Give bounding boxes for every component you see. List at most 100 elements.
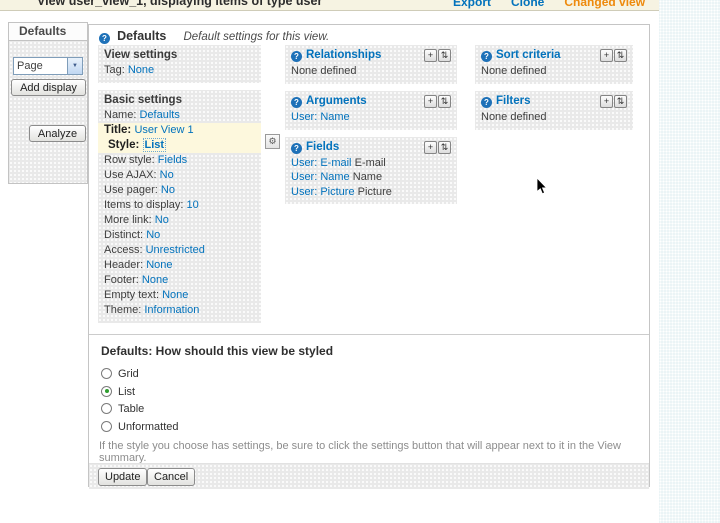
- clone-link[interactable]: Clone: [511, 0, 544, 9]
- style-form-help-text: If the style you choose has settings, be…: [99, 440, 639, 464]
- basic-setting-row: Access: Unrestricted: [104, 243, 255, 258]
- view-settings-box: View settings Tag: None: [98, 45, 261, 83]
- rearrange-arguments-button[interactable]: ⇅: [438, 95, 451, 108]
- update-button[interactable]: Update: [98, 468, 147, 486]
- setting-label: Footer:: [104, 274, 142, 286]
- basic-setting-row: Footer: None: [104, 273, 255, 288]
- basic-setting-row: Distinct: No: [104, 228, 255, 243]
- setting-value-link[interactable]: List: [143, 138, 167, 152]
- summary-description: Default settings for this view.: [183, 31, 329, 43]
- analyze-button[interactable]: Analyze: [29, 125, 86, 142]
- setting-value-link[interactable]: Information: [144, 304, 199, 316]
- add-field-button[interactable]: +: [424, 141, 437, 154]
- fields-box: ? Fields +⇅ User: E-mail E-mailUser: Name…: [285, 137, 457, 205]
- radio-icon: [101, 386, 112, 397]
- field-label: Name: [350, 171, 382, 183]
- middle-column: ?Relationships +⇅ None defined ?Argument…: [285, 45, 457, 211]
- setting-value-link[interactable]: No: [161, 184, 175, 196]
- basic-settings-rows: Name: DefaultsTitle: User View 1Style: L…: [104, 108, 255, 318]
- sort-criteria-box: ? Sort criteria +⇅ None defined: [475, 45, 633, 84]
- add-display-button[interactable]: Add display: [11, 79, 86, 96]
- changed-view-link[interactable]: Changed view: [564, 0, 645, 9]
- tag-row: Tag: None: [104, 63, 255, 78]
- argument-link[interactable]: User: Name: [291, 111, 350, 123]
- setting-label: Empty text:: [104, 289, 162, 301]
- right-column: ?Sort criteria +⇅ None defined ?Filters …: [475, 45, 633, 137]
- field-link[interactable]: User: Name: [291, 171, 350, 183]
- basic-setting-row: Title: User View 1: [98, 123, 261, 138]
- sort-criteria-title-link[interactable]: Sort criteria: [496, 49, 561, 61]
- basic-setting-row: Use AJAX: No: [104, 168, 255, 183]
- setting-value-link[interactable]: Fields: [158, 154, 187, 166]
- add-argument-button[interactable]: +: [424, 95, 437, 108]
- setting-value-link[interactable]: User View 1: [134, 124, 193, 136]
- add-relationship-button[interactable]: +: [424, 49, 437, 62]
- field-item: User: Name Name: [291, 170, 451, 185]
- style-form: Defaults: How should this view be styled…: [89, 334, 649, 486]
- help-icon[interactable]: ?: [481, 51, 492, 62]
- radio-icon: [101, 403, 112, 414]
- setting-value-link[interactable]: No: [155, 214, 169, 226]
- setting-value-link[interactable]: Defaults: [139, 109, 179, 121]
- help-icon[interactable]: ?: [291, 97, 302, 108]
- setting-label: Items to display:: [104, 199, 187, 211]
- setting-label: Use AJAX:: [104, 169, 160, 181]
- style-option-label: Table: [118, 403, 144, 415]
- field-item: User: Picture Picture: [291, 185, 451, 200]
- radio-icon: [101, 421, 112, 432]
- field-label: E-mail: [352, 157, 386, 169]
- fields-title-link[interactable]: Fields: [306, 141, 339, 153]
- setting-value-link[interactable]: No: [160, 169, 174, 181]
- cancel-button[interactable]: Cancel: [147, 468, 195, 486]
- chevron-down-icon[interactable]: ▼: [67, 58, 82, 74]
- help-icon[interactable]: ?: [291, 51, 302, 62]
- view-settings-title: View settings: [104, 49, 255, 61]
- display-type-select[interactable]: Page ▼: [13, 57, 83, 75]
- basic-setting-row: Style: List: [98, 138, 261, 153]
- tag-value-link[interactable]: None: [128, 64, 154, 76]
- field-link[interactable]: User: Picture: [291, 186, 355, 198]
- setting-value-link[interactable]: None: [146, 259, 172, 271]
- arguments-title-link[interactable]: Arguments: [306, 95, 367, 107]
- basic-setting-row: Row style: Fields: [104, 153, 255, 168]
- filters-title-link[interactable]: Filters: [496, 95, 531, 107]
- setting-value-link[interactable]: Unrestricted: [146, 244, 205, 256]
- sort-criteria-empty-text: None defined: [481, 64, 627, 79]
- style-form-heading: Defaults: How should this view be styled: [101, 344, 333, 358]
- settings-column: View settings Tag: None Basic settings N…: [98, 45, 261, 330]
- add-sort-button[interactable]: +: [600, 49, 613, 62]
- rearrange-filters-button[interactable]: ⇅: [614, 95, 627, 108]
- export-link[interactable]: Export: [453, 0, 491, 9]
- radio-icon: [101, 368, 112, 379]
- style-option-grid[interactable]: Grid: [101, 368, 179, 386]
- rearrange-sorts-button[interactable]: ⇅: [614, 49, 627, 62]
- setting-value-link[interactable]: 10: [187, 199, 199, 211]
- help-icon[interactable]: ?: [291, 143, 302, 154]
- setting-value-link[interactable]: No: [146, 229, 160, 241]
- style-option-list[interactable]: List: [101, 386, 179, 404]
- basic-setting-row: Empty text: None: [104, 288, 255, 303]
- style-option-table[interactable]: Table: [101, 403, 179, 421]
- rearrange-relationships-button[interactable]: ⇅: [438, 49, 451, 62]
- relationships-title-link[interactable]: Relationships: [306, 49, 381, 61]
- tab-defaults[interactable]: Defaults: [8, 22, 88, 40]
- style-settings-gear-button[interactable]: ⚙: [265, 134, 280, 149]
- help-icon[interactable]: ?: [99, 33, 110, 44]
- rearrange-fields-button[interactable]: ⇅: [438, 141, 451, 154]
- help-icon[interactable]: ?: [481, 97, 492, 108]
- setting-label: Header:: [104, 259, 146, 271]
- setting-value-link[interactable]: None: [142, 274, 168, 286]
- field-link[interactable]: User: E-mail: [291, 157, 352, 169]
- relationships-empty-text: None defined: [291, 64, 451, 79]
- basic-settings-title: Basic settings: [104, 94, 255, 106]
- setting-value-link[interactable]: None: [162, 289, 188, 301]
- tag-label: Tag:: [104, 64, 125, 76]
- style-option-unformatted[interactable]: Unformatted: [101, 421, 179, 439]
- field-item: User: E-mail E-mail: [291, 156, 451, 171]
- setting-label: Theme:: [104, 304, 144, 316]
- add-filter-button[interactable]: +: [600, 95, 613, 108]
- page-background-texture: [659, 0, 720, 523]
- filters-box: ?Filters +⇅ None defined: [475, 91, 633, 130]
- argument-items: User: Name: [291, 110, 451, 125]
- style-options: GridListTable Unformatted: [101, 368, 179, 438]
